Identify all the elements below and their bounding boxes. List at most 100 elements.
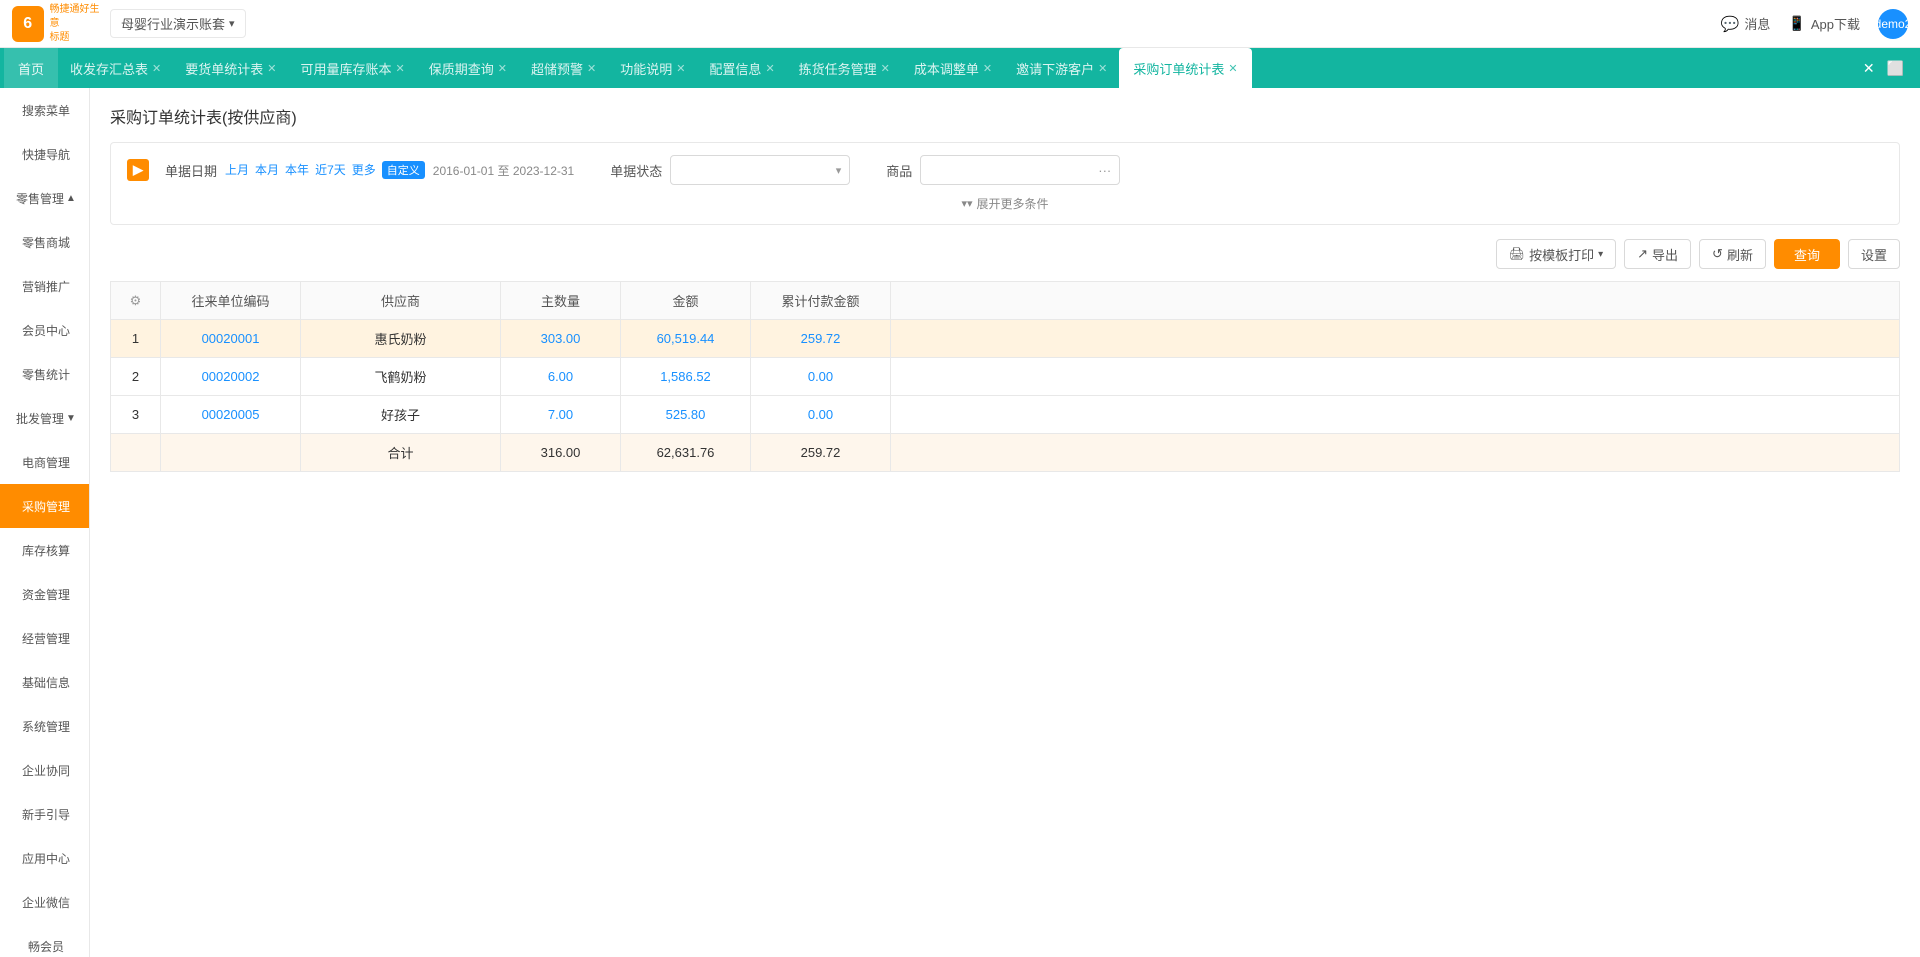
- tab-home[interactable]: 首页: [4, 48, 58, 88]
- sidebar-item-appstore[interactable]: 应用中心: [0, 836, 89, 880]
- cell-paid-1[interactable]: 259.72: [751, 320, 891, 358]
- tab-10-close-icon[interactable]: ✕: [1098, 62, 1107, 75]
- tab-1-close-icon[interactable]: ✕: [152, 62, 161, 75]
- cell-qty-2[interactable]: 6.00: [501, 358, 621, 396]
- tab-7-close-icon[interactable]: ✕: [765, 62, 774, 75]
- cell-paid-3[interactable]: 0.00: [751, 396, 891, 434]
- col-header-qty: 主数量: [501, 282, 621, 320]
- col-header-extra: [891, 282, 1900, 320]
- sidebar-item-vip[interactable]: 畅会员: [0, 924, 89, 957]
- sidebar-item-basic[interactable]: 基础信息: [0, 660, 89, 704]
- shortcut-more[interactable]: 更多: [352, 161, 376, 179]
- tab-2-close-icon[interactable]: ✕: [267, 62, 276, 75]
- sidebar-item-inventory[interactable]: 库存核算: [0, 528, 89, 572]
- tab-5[interactable]: 超储预警 ✕: [519, 48, 608, 88]
- sidebar-item-retail[interactable]: 零售管理 ▲: [0, 176, 89, 220]
- tab-10[interactable]: 邀请下游客户 ✕: [1004, 48, 1119, 88]
- cell-index-3: 3: [111, 396, 161, 434]
- sidebar-item-wholesale[interactable]: 批发管理 ▼: [0, 396, 89, 440]
- filter-date-group: 单据日期 上月 本月 本年 近7天 更多 自定义 2016-01-01 至: [165, 161, 574, 180]
- filter-goods-label: 商品: [886, 161, 912, 180]
- tab-6[interactable]: 功能说明 ✕: [608, 48, 697, 88]
- cell-amount-1[interactable]: 60,519.44: [621, 320, 751, 358]
- expand-more-row: ▾▾ 展开更多条件: [127, 195, 1883, 212]
- status-select[interactable]: ▾: [670, 155, 850, 185]
- tab-4[interactable]: 保质期查询 ✕: [417, 48, 519, 88]
- shortcut-7days[interactable]: 近7天: [315, 161, 346, 179]
- tab-9[interactable]: 成本调整单 ✕: [902, 48, 1004, 88]
- sidebar-item-marketing[interactable]: 营销推广: [0, 264, 89, 308]
- avatar: demo2: [1878, 9, 1908, 39]
- query-button[interactable]: 查询: [1774, 239, 1840, 269]
- tab-6-close-icon[interactable]: ✕: [676, 62, 685, 75]
- tab-3-close-icon[interactable]: ✕: [396, 62, 405, 75]
- tab-5-close-icon[interactable]: ✕: [587, 62, 596, 75]
- sidebar-item-ecommerce[interactable]: 电商管理: [0, 440, 89, 484]
- tab-11-active[interactable]: 采购订单统计表 ✕: [1119, 48, 1251, 88]
- table-row: 1 00020001 惠氏奶粉 303.00 60,519.44: [111, 320, 1900, 358]
- footer-empty-2: [161, 434, 301, 472]
- nav-tabs-bar: 首页 收发存汇总表 ✕ 要货单统计表 ✕ 可用量库存账本 ✕ 保质期查询 ✕ 超…: [0, 48, 1920, 88]
- tab-8[interactable]: 拣货任务管理 ✕: [787, 48, 902, 88]
- sidebar-item-finance[interactable]: 资金管理: [0, 572, 89, 616]
- shortcut-this-year[interactable]: 本年: [285, 161, 309, 179]
- workspace-selector[interactable]: 母婴行业演示账套 ▾: [110, 9, 246, 38]
- logo-area: 6 畅捷通好生意 标题: [12, 3, 102, 45]
- footer-paid: 259.72: [751, 434, 891, 472]
- minimize-button[interactable]: ✕: [1859, 56, 1879, 81]
- status-select-chevron-icon: ▾: [836, 164, 842, 177]
- column-settings-icon[interactable]: ⚙: [130, 293, 142, 308]
- tab-8-close-icon[interactable]: ✕: [881, 62, 890, 75]
- sidebar-item-quicknav[interactable]: 快捷导航: [0, 132, 89, 176]
- cell-paid-2[interactable]: 0.00: [751, 358, 891, 396]
- tab-4-close-icon[interactable]: ✕: [498, 62, 507, 75]
- message-icon: 💬: [1721, 15, 1740, 33]
- maximize-button[interactable]: ⬜: [1883, 56, 1908, 81]
- cell-code-2[interactable]: 00020002: [161, 358, 301, 396]
- expand-more-chevron-icon: ▾▾: [961, 197, 972, 210]
- tab-7[interactable]: 配置信息 ✕: [697, 48, 786, 88]
- data-table: ⚙ 往来单位编码 供应商 主数量 金额: [110, 281, 1900, 472]
- app-download-button[interactable]: 📱 App下载: [1788, 14, 1860, 33]
- cell-qty-1[interactable]: 303.00: [501, 320, 621, 358]
- print-button[interactable]: 🖨 按模板打印 ▾: [1496, 239, 1617, 269]
- filter-collapse-button[interactable]: ▶: [127, 159, 149, 181]
- sidebar-item-wechat[interactable]: 企业微信: [0, 880, 89, 924]
- tab-1[interactable]: 收发存汇总表 ✕: [58, 48, 173, 88]
- shortcut-last-month[interactable]: 上月: [225, 161, 249, 179]
- message-button[interactable]: 💬 消息: [1721, 14, 1771, 33]
- sidebar: 搜索菜单 快捷导航 零售管理 ▲ 零售商城 营销推广 会员中心 零售统计 批发管…: [0, 88, 90, 957]
- sidebar-item-purchase[interactable]: 采购管理: [0, 484, 89, 528]
- tab-3[interactable]: 可用量库存账本 ✕: [288, 48, 416, 88]
- sidebar-item-retail-shop[interactable]: 零售商城: [0, 220, 89, 264]
- col-header-settings[interactable]: ⚙: [111, 282, 161, 320]
- refresh-button[interactable]: ↺ 刷新: [1699, 239, 1766, 269]
- cell-qty-3[interactable]: 7.00: [501, 396, 621, 434]
- goods-input[interactable]: ···: [920, 155, 1120, 185]
- sidebar-item-retail-stats[interactable]: 零售统计: [0, 352, 89, 396]
- page-title: 采购订单统计表(按供应商): [110, 104, 1900, 128]
- cell-code-1[interactable]: 00020001: [161, 320, 301, 358]
- cell-extra-1: [891, 320, 1900, 358]
- table-row: 2 00020002 飞鹤奶粉 6.00 1,586.52: [111, 358, 1900, 396]
- shortcut-this-month[interactable]: 本月: [255, 161, 279, 179]
- tab-9-close-icon[interactable]: ✕: [983, 62, 992, 75]
- settings-button[interactable]: 设置: [1848, 239, 1900, 269]
- cell-amount-2[interactable]: 1,586.52: [621, 358, 751, 396]
- sidebar-item-enterprise[interactable]: 企业协同: [0, 748, 89, 792]
- tab-11-close-icon[interactable]: ✕: [1228, 62, 1237, 75]
- tab-2[interactable]: 要货单统计表 ✕: [173, 48, 288, 88]
- cell-code-3[interactable]: 00020005: [161, 396, 301, 434]
- expand-more-button[interactable]: ▾▾ 展开更多条件: [961, 195, 1048, 212]
- sidebar-item-ops[interactable]: 经营管理: [0, 616, 89, 660]
- export-button[interactable]: ↗ 导出: [1624, 239, 1691, 269]
- cell-amount-3[interactable]: 525.80: [621, 396, 751, 434]
- filter-area: ▶ 单据日期 上月 本月 本年 近7天 更多 自定义 2: [110, 142, 1900, 225]
- user-area[interactable]: demo2: [1878, 9, 1908, 39]
- sidebar-item-newbie[interactable]: 新手引导: [0, 792, 89, 836]
- logo-text: 畅捷通好生意 标题: [50, 3, 103, 45]
- sidebar-item-search[interactable]: 搜索菜单: [0, 88, 89, 132]
- footer-qty: 316.00: [501, 434, 621, 472]
- sidebar-item-system[interactable]: 系统管理: [0, 704, 89, 748]
- sidebar-item-members[interactable]: 会员中心: [0, 308, 89, 352]
